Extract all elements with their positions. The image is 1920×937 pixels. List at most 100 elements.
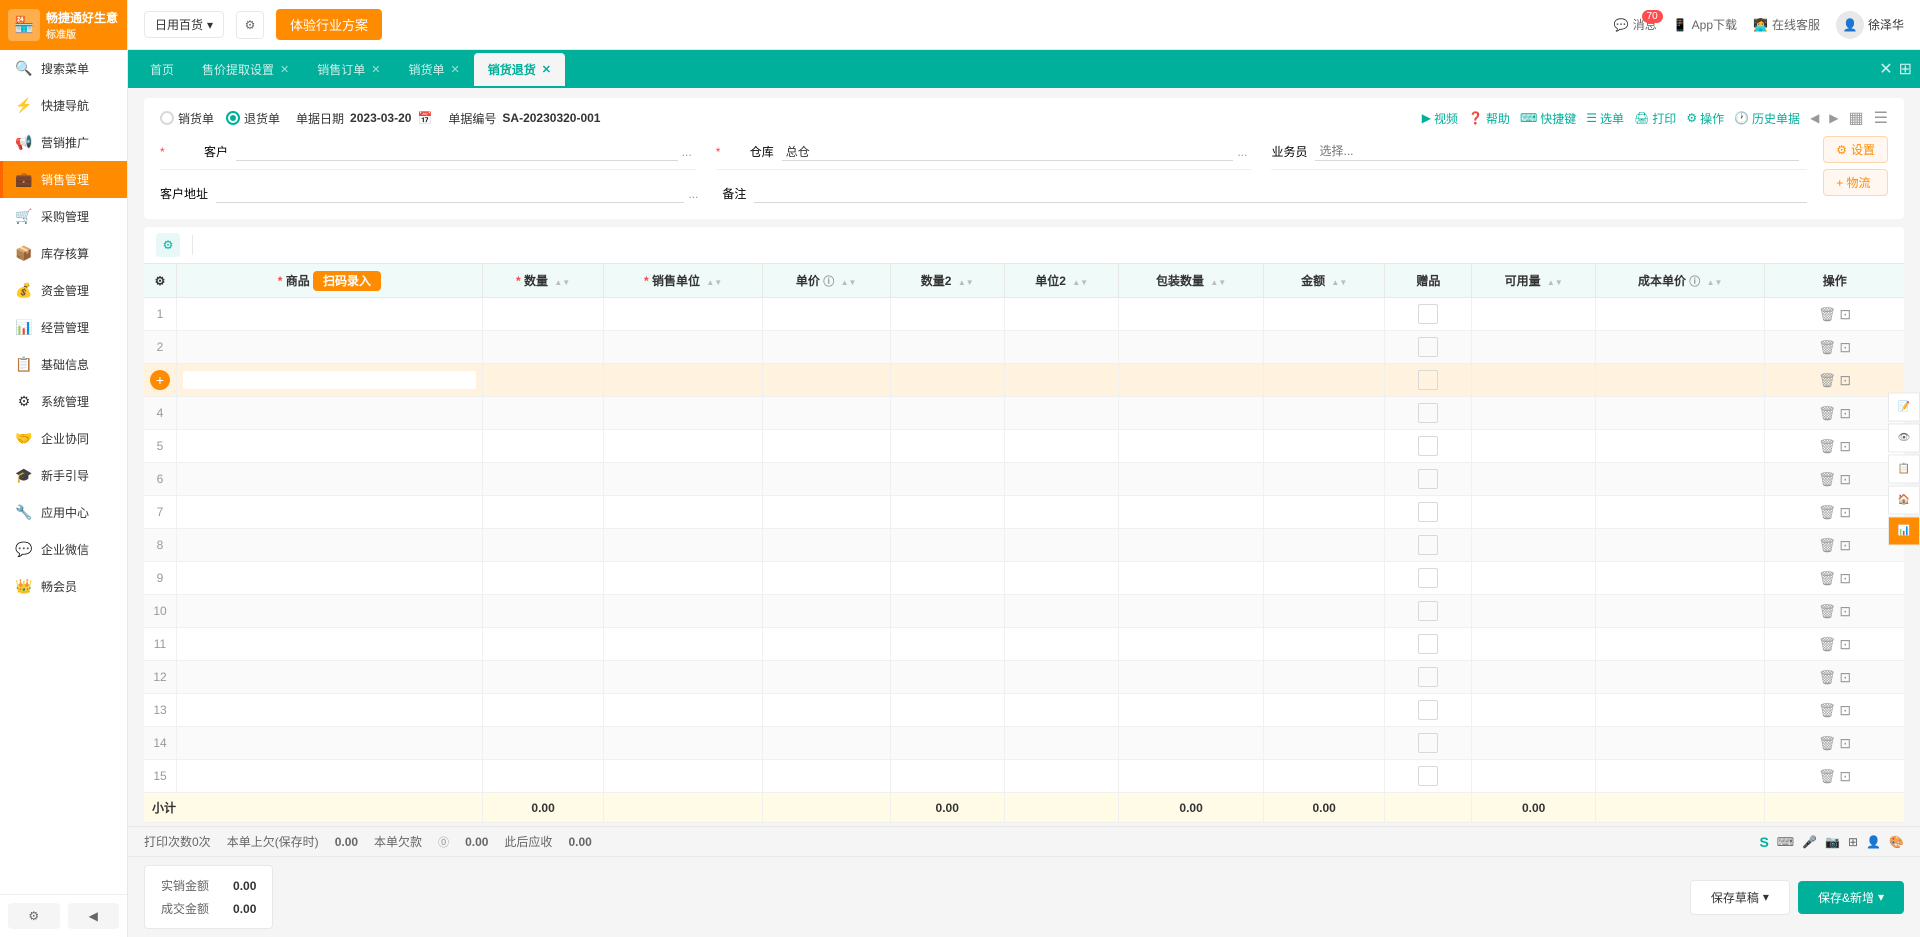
unit-price-cell[interactable] (762, 364, 890, 397)
unit2-cell[interactable] (1004, 430, 1118, 463)
gift-checkbox[interactable] (1418, 568, 1438, 588)
sale-unit-cell[interactable] (604, 595, 762, 628)
pack-qty-cell[interactable] (1119, 331, 1264, 364)
quantity2-cell[interactable] (890, 496, 1004, 529)
quantity-cell[interactable] (482, 628, 604, 661)
sale-unit-sort-icon[interactable]: ▲▼ (706, 279, 722, 287)
amount-cell[interactable] (1263, 364, 1385, 397)
copy-icon[interactable]: ⊡ (1839, 504, 1851, 520)
trial-btn[interactable]: 体验行业方案 (276, 9, 382, 40)
cost-price-cell[interactable] (1596, 661, 1765, 694)
available-cell[interactable] (1472, 727, 1596, 760)
quantity2-cell[interactable] (890, 562, 1004, 595)
available-cell[interactable] (1472, 661, 1596, 694)
delete-icon[interactable]: 🗑 (1818, 636, 1836, 652)
gift-cell[interactable] (1385, 595, 1472, 628)
copy-icon[interactable]: ⊡ (1839, 306, 1851, 322)
sale-unit-cell[interactable] (604, 628, 762, 661)
quantity-cell[interactable] (482, 364, 604, 397)
unit-price-cell[interactable] (762, 628, 890, 661)
cost-price-cell[interactable] (1596, 364, 1765, 397)
gift-cell[interactable] (1385, 760, 1472, 793)
pack-qty-cell[interactable] (1119, 496, 1264, 529)
available-cell[interactable] (1472, 496, 1596, 529)
product-cell[interactable] (177, 595, 483, 628)
product-input[interactable] (183, 371, 476, 389)
amount-sort-icon[interactable]: ▲▼ (1331, 279, 1347, 287)
gift-checkbox[interactable] (1418, 304, 1438, 324)
cost-price-cell[interactable] (1596, 727, 1765, 760)
product-cell[interactable] (177, 463, 483, 496)
float-btn-4[interactable]: 🏠 (1888, 485, 1920, 514)
customer-dots-btn[interactable]: ... (678, 145, 696, 159)
gift-checkbox[interactable] (1418, 634, 1438, 654)
select-link[interactable]: ☰ 选单 (1586, 110, 1624, 127)
amount-cell[interactable] (1263, 496, 1385, 529)
quantity2-cell[interactable] (890, 463, 1004, 496)
address-input[interactable] (216, 184, 684, 203)
sidebar-item-quick[interactable]: ⚡ 快捷导航 (0, 87, 127, 124)
save-new-btn[interactable]: 保存&新增 ▾ (1798, 881, 1904, 914)
gift-cell[interactable] (1385, 331, 1472, 364)
sale-unit-cell[interactable] (604, 397, 762, 430)
sidebar-item-wechat[interactable]: 💬 企业微信 (0, 531, 127, 568)
avail-sort-icon[interactable]: ▲▼ (1547, 279, 1563, 287)
quantity2-cell[interactable] (890, 397, 1004, 430)
settings-btn[interactable]: ⚙ 设置 (1823, 136, 1888, 163)
row-add-btn[interactable]: + (150, 370, 170, 390)
quantity-cell[interactable] (482, 595, 604, 628)
radio-return[interactable]: 退货单 (226, 110, 280, 127)
grid-view-btn[interactable]: ▦ (1849, 108, 1864, 128)
topbar-settings-btn[interactable]: ⚙ (236, 11, 264, 39)
quantity2-cell[interactable] (890, 694, 1004, 727)
amount-cell[interactable] (1263, 397, 1385, 430)
gift-checkbox[interactable] (1418, 700, 1438, 720)
quantity2-cell[interactable] (890, 364, 1004, 397)
tab-close-icon[interactable]: ✕ (280, 63, 289, 76)
product-cell[interactable] (177, 760, 483, 793)
copy-icon[interactable]: ⊡ (1839, 405, 1851, 421)
amount-cell[interactable] (1263, 529, 1385, 562)
quantity-cell[interactable] (482, 661, 604, 694)
sale-unit-cell[interactable] (604, 562, 762, 595)
module-dropdown[interactable]: 日用百货 ▾ (144, 11, 224, 38)
delete-icon[interactable]: 🗑 (1818, 570, 1836, 586)
pack-qty-cell[interactable] (1119, 562, 1264, 595)
radio-sale[interactable]: 销货单 (160, 110, 214, 127)
cost-price-cell[interactable] (1596, 298, 1765, 331)
gift-cell[interactable] (1385, 430, 1472, 463)
available-cell[interactable] (1472, 430, 1596, 463)
tab-home[interactable]: 首页 (136, 53, 188, 86)
delete-icon[interactable]: 🗑 (1818, 405, 1836, 421)
gift-checkbox[interactable] (1418, 601, 1438, 621)
quantity-cell[interactable] (482, 727, 604, 760)
quantity2-cell[interactable] (890, 661, 1004, 694)
pack-qty-cell[interactable] (1119, 661, 1264, 694)
amount-cell[interactable] (1263, 628, 1385, 661)
gift-checkbox[interactable] (1418, 535, 1438, 555)
gift-checkbox[interactable] (1418, 766, 1438, 786)
cost-price-cell[interactable] (1596, 562, 1765, 595)
unit2-cell[interactable] (1004, 562, 1118, 595)
cost-price-cell[interactable] (1596, 760, 1765, 793)
quantity2-cell[interactable] (890, 430, 1004, 463)
unit-price-sort-icon[interactable]: ▲▼ (841, 279, 857, 287)
pack-qty-cell[interactable] (1119, 463, 1264, 496)
cost-price-cell[interactable] (1596, 529, 1765, 562)
sidebar-item-system[interactable]: ⚙ 系统管理 (0, 383, 127, 420)
tab-sales-order[interactable]: 销售订单 ✕ (303, 53, 394, 86)
available-cell[interactable] (1472, 298, 1596, 331)
pack-qty-cell[interactable] (1119, 298, 1264, 331)
pack-qty-cell[interactable] (1119, 727, 1264, 760)
delete-icon[interactable]: 🗑 (1818, 735, 1836, 751)
unit-price-cell[interactable] (762, 298, 890, 331)
gift-cell[interactable] (1385, 298, 1472, 331)
cost-price-cell[interactable] (1596, 331, 1765, 364)
copy-icon[interactable]: ⊡ (1839, 603, 1851, 619)
remark-input[interactable] (754, 184, 1807, 203)
customer-input[interactable] (236, 142, 678, 161)
history-link[interactable]: 🕐 历史单据 (1734, 110, 1800, 127)
amount-cell[interactable] (1263, 430, 1385, 463)
pack-qty-cell[interactable] (1119, 694, 1264, 727)
sale-unit-cell[interactable] (604, 364, 762, 397)
